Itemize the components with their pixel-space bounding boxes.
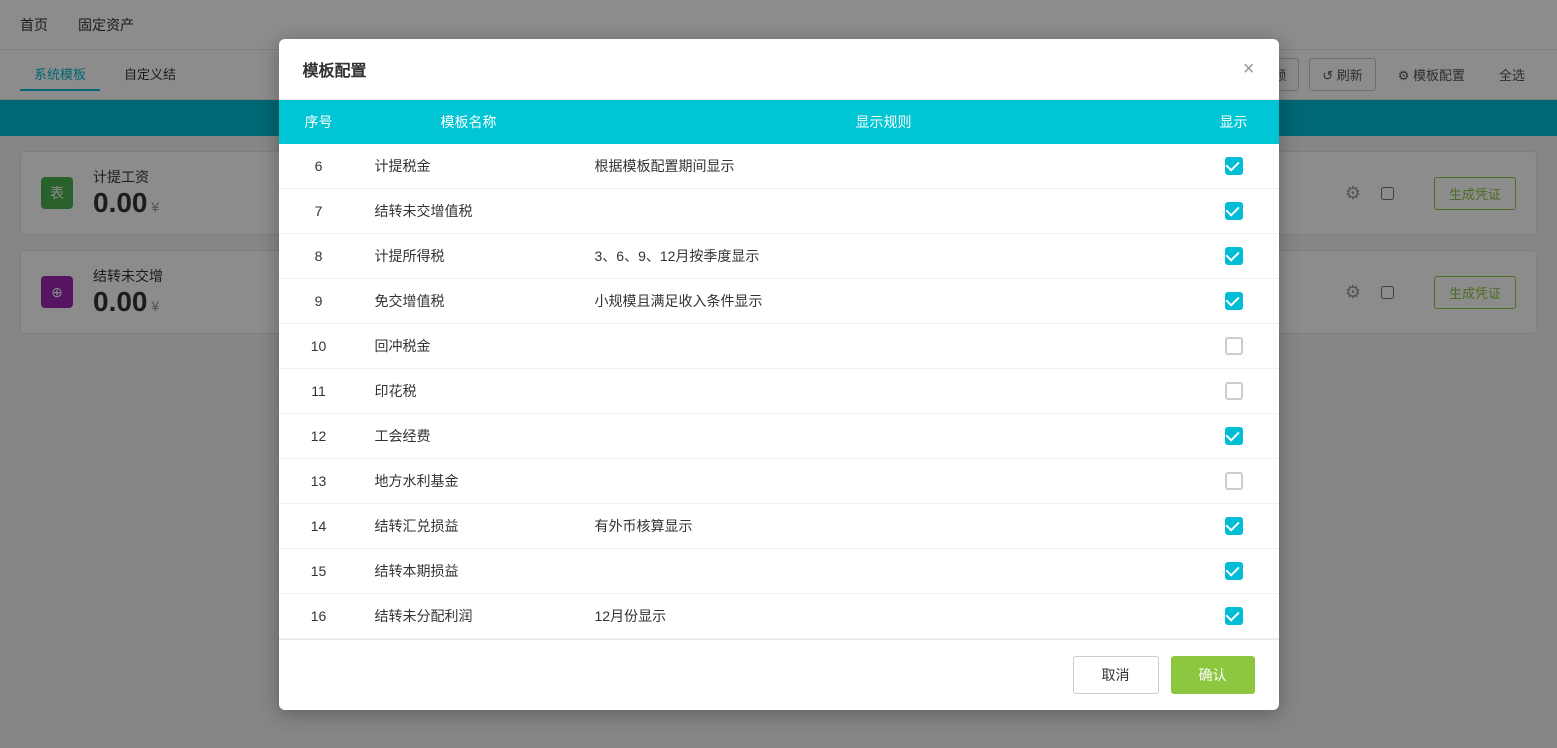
cell-rule: 有外币核算显示 (579, 503, 1189, 548)
cell-name: 结转未分配利润 (359, 593, 579, 638)
checkbox-wrap (1205, 562, 1263, 580)
checkbox-wrap (1205, 202, 1263, 220)
modal-footer: 取消 确认 (279, 639, 1279, 710)
template-config-modal: 模板配置 × 序号 模板名称 显示规则 显示 6计提税金根据模板配置期间显示7结… (279, 39, 1279, 710)
checkbox-unchecked[interactable] (1225, 382, 1243, 400)
checkbox-wrap (1205, 427, 1263, 445)
col-header-name: 模板名称 (359, 100, 579, 144)
cell-name: 结转未交增值税 (359, 188, 579, 233)
cell-rule: 12月份显示 (579, 593, 1189, 638)
cell-checkbox (1189, 323, 1279, 368)
checkbox-checked[interactable] (1225, 517, 1243, 535)
table-row: 15结转本期损益 (279, 548, 1279, 593)
cell-name: 免交增值税 (359, 278, 579, 323)
checkbox-wrap (1205, 337, 1263, 355)
cell-index: 14 (279, 503, 359, 548)
checkbox-unchecked[interactable] (1225, 337, 1243, 355)
cell-rule (579, 323, 1189, 368)
col-header-display: 显示 (1189, 100, 1279, 144)
table-header-row: 序号 模板名称 显示规则 显示 (279, 100, 1279, 144)
table-row: 14结转汇兑损益有外币核算显示 (279, 503, 1279, 548)
checkbox-wrap (1205, 472, 1263, 490)
checkbox-wrap (1205, 157, 1263, 175)
cell-index: 6 (279, 144, 359, 189)
checkbox-checked[interactable] (1225, 157, 1243, 175)
cell-rule: 3、6、9、12月按季度显示 (579, 233, 1189, 278)
table-row: 9免交增值税小规模且满足收入条件显示 (279, 278, 1279, 323)
cancel-button[interactable]: 取消 (1073, 656, 1159, 694)
cell-index: 8 (279, 233, 359, 278)
cell-rule (579, 548, 1189, 593)
modal-header: 模板配置 × (279, 39, 1279, 100)
cell-name: 计提所得税 (359, 233, 579, 278)
checkbox-wrap (1205, 517, 1263, 535)
cell-name: 印花税 (359, 368, 579, 413)
cell-checkbox (1189, 368, 1279, 413)
confirm-button[interactable]: 确认 (1171, 656, 1255, 694)
checkbox-wrap (1205, 292, 1263, 310)
cell-name: 计提税金 (359, 144, 579, 189)
cell-checkbox (1189, 413, 1279, 458)
cell-rule (579, 368, 1189, 413)
cell-rule: 根据模板配置期间显示 (579, 144, 1189, 189)
modal-overlay: 模板配置 × 序号 模板名称 显示规则 显示 6计提税金根据模板配置期间显示7结… (0, 0, 1557, 748)
table-row: 8计提所得税3、6、9、12月按季度显示 (279, 233, 1279, 278)
cell-rule: 小规模且满足收入条件显示 (579, 278, 1189, 323)
cell-name: 地方水利基金 (359, 458, 579, 503)
checkbox-checked[interactable] (1225, 292, 1243, 310)
checkbox-checked[interactable] (1225, 562, 1243, 580)
checkbox-wrap (1205, 607, 1263, 625)
cell-checkbox (1189, 503, 1279, 548)
checkbox-checked[interactable] (1225, 247, 1243, 265)
table-row: 11印花税 (279, 368, 1279, 413)
cell-name: 结转本期损益 (359, 548, 579, 593)
modal-title: 模板配置 (303, 57, 367, 81)
col-header-index: 序号 (279, 100, 359, 144)
cell-checkbox (1189, 548, 1279, 593)
cell-rule (579, 458, 1189, 503)
col-header-rule: 显示规则 (579, 100, 1189, 144)
cell-name: 回冲税金 (359, 323, 579, 368)
checkbox-checked[interactable] (1225, 607, 1243, 625)
config-table: 序号 模板名称 显示规则 显示 6计提税金根据模板配置期间显示7结转未交增值税8… (279, 100, 1279, 639)
cell-checkbox (1189, 188, 1279, 233)
checkbox-checked[interactable] (1225, 202, 1243, 220)
cell-index: 15 (279, 548, 359, 593)
cell-checkbox (1189, 593, 1279, 638)
cell-rule (579, 188, 1189, 233)
modal-body: 序号 模板名称 显示规则 显示 6计提税金根据模板配置期间显示7结转未交增值税8… (279, 100, 1279, 639)
table-row: 16结转未分配利润12月份显示 (279, 593, 1279, 638)
cell-name: 结转汇兑损益 (359, 503, 579, 548)
checkbox-unchecked[interactable] (1225, 472, 1243, 490)
table-row: 7结转未交增值税 (279, 188, 1279, 233)
cell-name: 工会经费 (359, 413, 579, 458)
checkbox-checked[interactable] (1225, 427, 1243, 445)
cell-checkbox (1189, 278, 1279, 323)
cell-checkbox (1189, 233, 1279, 278)
cell-index: 13 (279, 458, 359, 503)
table-row: 10回冲税金 (279, 323, 1279, 368)
cell-index: 12 (279, 413, 359, 458)
checkbox-wrap (1205, 382, 1263, 400)
table-row: 6计提税金根据模板配置期间显示 (279, 144, 1279, 189)
modal-close-button[interactable]: × (1243, 59, 1255, 79)
cell-index: 9 (279, 278, 359, 323)
cell-index: 11 (279, 368, 359, 413)
cell-index: 16 (279, 593, 359, 638)
cell-index: 7 (279, 188, 359, 233)
cell-checkbox (1189, 458, 1279, 503)
cell-rule (579, 413, 1189, 458)
table-row: 12工会经费 (279, 413, 1279, 458)
checkbox-wrap (1205, 247, 1263, 265)
cell-index: 10 (279, 323, 359, 368)
cell-checkbox (1189, 144, 1279, 189)
table-row: 13地方水利基金 (279, 458, 1279, 503)
